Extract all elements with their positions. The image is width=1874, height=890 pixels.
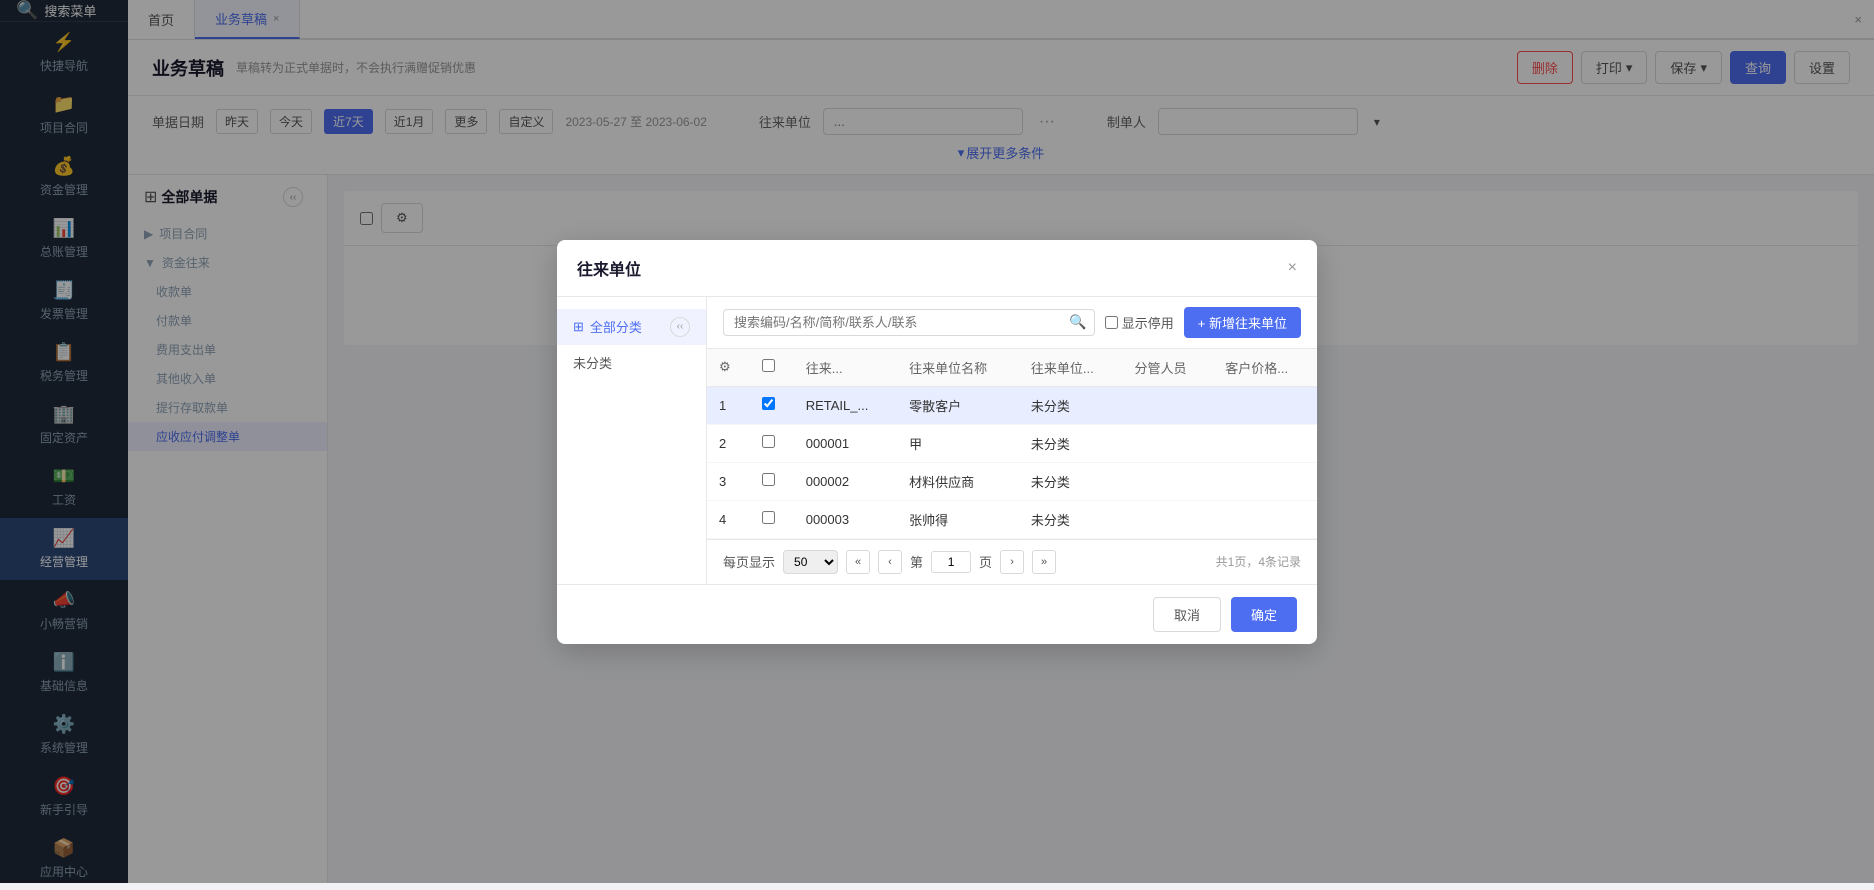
- row-manager: [1123, 462, 1214, 500]
- row-manager: [1123, 500, 1214, 538]
- modal-title: 往来单位: [577, 256, 641, 280]
- row-price: [1213, 424, 1317, 462]
- col-settings: ⚙: [707, 349, 750, 387]
- category-all[interactable]: ⊞ 全部分类 ‹‹: [557, 309, 706, 345]
- col-checkbox: [750, 349, 794, 387]
- show-disabled-wrap: 显示停用: [1105, 313, 1174, 332]
- page-suffix: 页: [979, 552, 992, 571]
- row-category: 未分类: [1019, 462, 1123, 500]
- per-page-select[interactable]: 50 20 100: [783, 550, 838, 574]
- row-category: 未分类: [1019, 424, 1123, 462]
- row-checkbox[interactable]: [750, 500, 794, 538]
- row-name: 材料供应商: [897, 462, 1019, 500]
- row-code: 000001: [794, 424, 897, 462]
- row-price: [1213, 386, 1317, 424]
- row-checkbox[interactable]: [750, 386, 794, 424]
- row-category: 未分类: [1019, 500, 1123, 538]
- last-page-btn[interactable]: »: [1032, 550, 1056, 574]
- col-price: 客户价格...: [1213, 349, 1317, 387]
- category-uncategorized-label: 未分类: [573, 353, 612, 372]
- table-select-all[interactable]: [762, 359, 775, 372]
- row-num: 2: [707, 424, 750, 462]
- first-page-btn[interactable]: «: [846, 550, 870, 574]
- page-prefix: 第: [910, 552, 923, 571]
- total-info: 共1页，4条记录: [1216, 553, 1301, 570]
- modal-toolbar: 🔍 显示停用 + 新增往来单位: [707, 297, 1317, 349]
- row-manager: [1123, 386, 1214, 424]
- next-page-btn[interactable]: ›: [1000, 550, 1024, 574]
- row-category: 未分类: [1019, 386, 1123, 424]
- settings-col-icon: ⚙: [719, 359, 731, 374]
- row-name: 张帅得: [897, 500, 1019, 538]
- row-checkbox[interactable]: [750, 424, 794, 462]
- modal-pagination: 每页显示 50 20 100 « ‹ 第 页 › » 共1页，4条记录: [707, 539, 1317, 584]
- prev-page-btn[interactable]: ‹: [878, 550, 902, 574]
- row-num: 3: [707, 462, 750, 500]
- confirm-button[interactable]: 确定: [1231, 597, 1297, 632]
- row-code: RETAIL_...: [794, 386, 897, 424]
- search-wrap: 🔍: [723, 309, 1095, 336]
- page-number-input[interactable]: [931, 551, 971, 573]
- category-uncategorized[interactable]: 未分类: [557, 345, 706, 380]
- row-num: 4: [707, 500, 750, 538]
- modal-body: ⊞ 全部分类 ‹‹ 未分类 🔍 显示停: [557, 297, 1317, 584]
- partner-search-input[interactable]: [723, 309, 1095, 336]
- show-disabled-label: 显示停用: [1122, 313, 1174, 332]
- collapse-category-btn[interactable]: ‹‹: [670, 317, 690, 337]
- show-disabled-checkbox[interactable]: [1105, 316, 1118, 329]
- row-manager: [1123, 424, 1214, 462]
- add-partner-button[interactable]: + 新增往来单位: [1184, 307, 1301, 338]
- table-row[interactable]: 4 000003 张帅得 未分类: [707, 500, 1317, 538]
- table-row[interactable]: 2 000001 甲 未分类: [707, 424, 1317, 462]
- category-all-label: 全部分类: [590, 317, 642, 336]
- grid2-icon: ⊞: [573, 319, 584, 335]
- table-header-row: ⚙ 往来... 往来单位名称 往来单位... 分管人员 客户价格...: [707, 349, 1317, 387]
- col-code: 往来...: [794, 349, 897, 387]
- row-code: 000002: [794, 462, 897, 500]
- col-category: 往来单位...: [1019, 349, 1123, 387]
- row-checkbox[interactable]: [750, 462, 794, 500]
- row-num: 1: [707, 386, 750, 424]
- modal-close-btn[interactable]: ×: [1288, 259, 1297, 277]
- partner-dialog: 往来单位 × ⊞ 全部分类 ‹‹ 未分类: [557, 240, 1317, 644]
- partner-table: ⚙ 往来... 往来单位名称 往来单位... 分管人员 客户价格... 1: [707, 349, 1317, 539]
- row-name: 甲: [897, 424, 1019, 462]
- row-code: 000003: [794, 500, 897, 538]
- modal-table-wrap: ⚙ 往来... 往来单位名称 往来单位... 分管人员 客户价格... 1: [707, 349, 1317, 539]
- modal-overlay[interactable]: 往来单位 × ⊞ 全部分类 ‹‹ 未分类: [0, 0, 1874, 883]
- cancel-button[interactable]: 取消: [1153, 597, 1221, 632]
- col-name: 往来单位名称: [897, 349, 1019, 387]
- modal-category-sidebar: ⊞ 全部分类 ‹‹ 未分类: [557, 297, 707, 584]
- modal-header: 往来单位 ×: [557, 240, 1317, 297]
- col-manager: 分管人员: [1123, 349, 1214, 387]
- modal-footer: 取消 确定: [557, 584, 1317, 644]
- table-row[interactable]: 1 RETAIL_... 零散客户 未分类: [707, 386, 1317, 424]
- table-row[interactable]: 3 000002 材料供应商 未分类: [707, 462, 1317, 500]
- search-icon: 🔍: [1069, 314, 1086, 331]
- modal-content-area: 🔍 显示停用 + 新增往来单位 ⚙: [707, 297, 1317, 584]
- per-page-label: 每页显示: [723, 552, 775, 571]
- row-name: 零散客户: [897, 386, 1019, 424]
- row-price: [1213, 462, 1317, 500]
- row-price: [1213, 500, 1317, 538]
